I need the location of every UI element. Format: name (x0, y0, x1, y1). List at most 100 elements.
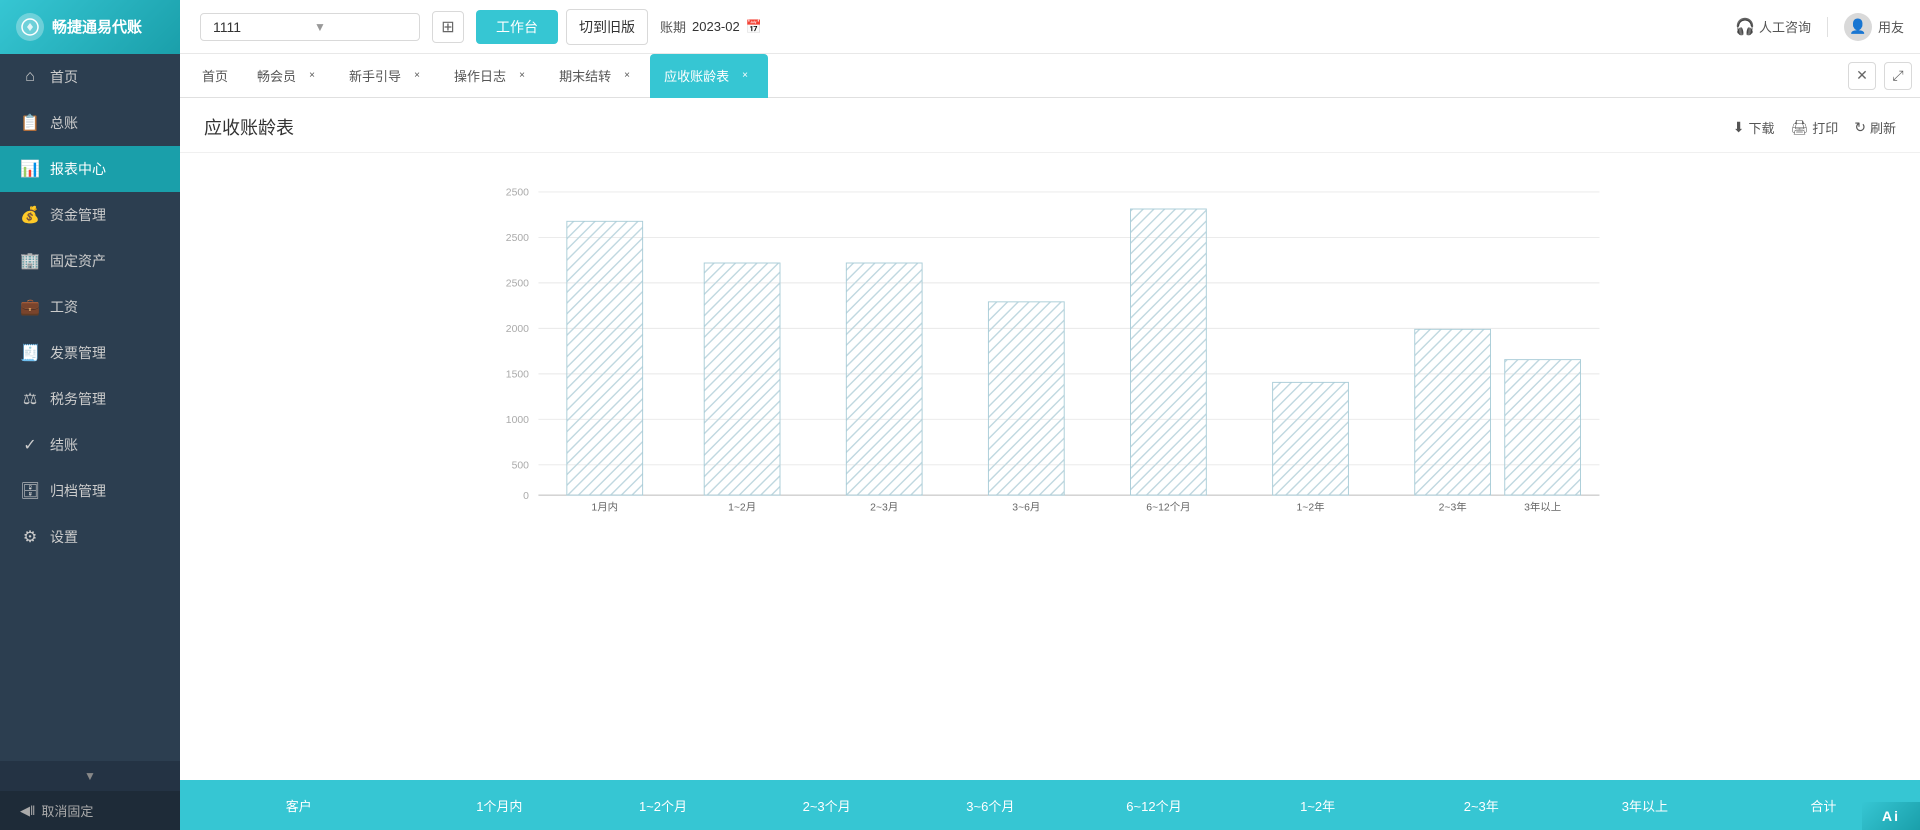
sidebar-item-tax[interactable]: ⚖税务管理 (0, 376, 180, 422)
tab-label-period_end: 期末结转 (559, 66, 611, 85)
tab-close-guide[interactable]: × (409, 68, 425, 84)
th-col-8: 3年以上 (1563, 796, 1727, 815)
tab-close-ar_aging[interactable]: × (737, 68, 753, 84)
print-icon: 🖨 (1790, 119, 1808, 136)
logo-icon (16, 13, 44, 41)
sidebar-label-settings: 设置 (50, 527, 78, 547)
svg-text:500: 500 (512, 461, 530, 472)
company-name: 1111 (213, 19, 306, 35)
tab-label-member: 畅会员 (257, 66, 296, 85)
sidebar: ⌂首页 📋 总账 📊 报表中心 💰资金管理🏢固定资产 💼 工资 🧾发票管理⚖税务管理 ✓ 结账 🗄归档… (0, 54, 180, 830)
table-header-bar: 客户1个月内1~2个月2~3个月3~6个月6~12个月1~2年2~3年3年以上合… (180, 780, 1920, 830)
svg-text:3年以上: 3年以上 (1524, 500, 1561, 513)
svg-text:3~6月: 3~6月 (1012, 501, 1040, 513)
invoice-icon: 🧾 (20, 343, 40, 363)
checkout-icon: ✓ (20, 435, 40, 455)
refresh-label: 刷新 (1870, 118, 1896, 137)
sidebar-item-home[interactable]: ⌂首页 (0, 54, 180, 100)
th-col-5: 6~12个月 (1072, 796, 1236, 815)
reports-icon: 📊 (20, 159, 40, 179)
salary-icon: 💼 (20, 297, 40, 317)
tab-guide[interactable]: 新手引导 × (335, 54, 440, 98)
user-avatar: 👤 (1844, 13, 1872, 41)
sidebar-item-settings[interactable]: ⚙设置 (0, 514, 180, 560)
th-col-7: 2~3年 (1399, 796, 1563, 815)
sidebar-item-ledger[interactable]: 📋 总账 (0, 100, 180, 146)
page-header: 应收账龄表 ⬇ 下载 🖨 打印 ↻ 刷新 (180, 98, 1920, 153)
th-col-1: 1个月内 (418, 796, 582, 815)
tab-period_end[interactable]: 期末结转 × (545, 54, 650, 98)
main-layout: ⌂首页📋总账📊报表中心💰资金管理🏢固定资产💼工资🧾发票管理⚖税务管理✓结账🗄归档… (0, 54, 1920, 830)
tab-close-oplog[interactable]: × (514, 68, 530, 84)
sidebar-label-ledger: 总账 (50, 113, 78, 133)
th-col-0: 客户 (180, 796, 418, 815)
sidebar-item-funds[interactable]: 💰资金管理 (0, 192, 180, 238)
sidebar-label-funds: 资金管理 (50, 205, 106, 225)
tab-bar: 首页畅会员×新手引导×操作日志×期末结转×应收账龄表× ✕ ⤢ (180, 54, 1920, 98)
th-col-4: 3~6个月 (908, 796, 1072, 815)
sidebar-scroll-down[interactable]: ▼ (0, 761, 180, 791)
sidebar-scroll: ⌂首页 📋 总账 📊 报表中心 💰资金管理🏢固定资产 💼 工资 🧾发票管理⚖税务管理 ✓ 结账 🗄归档… (0, 54, 180, 761)
period-area: 账期 2023-02 📅 (660, 17, 762, 36)
consult-label: 人工咨询 (1759, 17, 1811, 36)
tab-label-home: 首页 (202, 66, 228, 85)
bar-chart: 2500 2500 2500 2000 1500 1000 500 0 (204, 173, 1896, 533)
tab-oplog[interactable]: 操作日志 × (440, 54, 545, 98)
calendar-icon[interactable]: 📅 (746, 19, 762, 35)
ai-badge[interactable]: Ai (1862, 802, 1920, 830)
sidebar-item-archive[interactable]: 🗄归档管理 (0, 468, 180, 514)
svg-text:1~2年: 1~2年 (1296, 500, 1324, 513)
page-title: 应收账龄表 (204, 114, 294, 140)
workbench-button[interactable]: 工作台 (476, 10, 558, 44)
svg-text:0: 0 (523, 491, 529, 502)
close-all-tabs-btn[interactable]: ✕ (1848, 62, 1876, 90)
svg-text:1月内: 1月内 (591, 500, 618, 513)
sidebar-footer-unpin[interactable]: ◀‖ 取消固定 (0, 791, 180, 830)
tab-label-guide: 新手引导 (349, 66, 401, 85)
archive-icon-btn[interactable]: ⊞ (432, 11, 464, 43)
sidebar-label-tax: 税务管理 (50, 389, 106, 409)
ledger-icon: 📋 (20, 113, 40, 133)
refresh-btn[interactable]: ↻ 刷新 (1854, 118, 1896, 137)
refresh-icon: ↻ (1854, 119, 1866, 136)
svg-text:2000: 2000 (506, 324, 529, 335)
svg-text:2500: 2500 (506, 279, 529, 290)
expand-btn[interactable]: ⤢ (1884, 62, 1912, 90)
svg-text:1~2月: 1~2月 (728, 501, 756, 513)
company-selector[interactable]: 1111 ▼ (200, 13, 420, 41)
download-btn[interactable]: ⬇ 下载 (1733, 118, 1775, 137)
sidebar-item-salary[interactable]: 💼 工资 (0, 284, 180, 330)
tab-member[interactable]: 畅会员 × (243, 54, 335, 98)
tab-ar_aging[interactable]: 应收账龄表× (650, 54, 768, 98)
svg-text:6~12个月: 6~12个月 (1146, 501, 1190, 513)
tab-close-period_end[interactable]: × (619, 68, 635, 84)
company-dropdown-arrow: ▼ (314, 20, 407, 34)
sidebar-item-reports[interactable]: 📊 报表中心 (0, 146, 180, 192)
svg-text:2~3月: 2~3月 (870, 501, 898, 513)
archive-icon: 🗄 (20, 481, 40, 501)
human-consult-btn[interactable]: 🎧 人工咨询 (1735, 17, 1811, 37)
svg-text:2~3年: 2~3年 (1439, 500, 1467, 513)
sidebar-item-checkout[interactable]: ✓ 结账 (0, 422, 180, 468)
sidebar-item-assets[interactable]: 🏢固定资产 (0, 238, 180, 284)
download-label: 下载 (1748, 118, 1774, 137)
chart-container: 2500 2500 2500 2000 1500 1000 500 0 (180, 153, 1920, 780)
user-area[interactable]: 👤 用友 (1844, 13, 1904, 41)
user-label: 用友 (1878, 17, 1904, 36)
th-col-6: 1~2年 (1236, 796, 1400, 815)
switch-old-button[interactable]: 切到旧版 (566, 9, 648, 45)
home-icon: ⌂ (20, 68, 40, 86)
th-col-3: 2~3个月 (745, 796, 909, 815)
print-label: 打印 (1812, 118, 1838, 137)
sidebar-label-checkout: 结账 (50, 435, 78, 455)
th-col-2: 1~2个月 (581, 796, 745, 815)
sidebar-label-reports: 报表中心 (50, 159, 106, 179)
print-btn[interactable]: 🖨 打印 (1790, 118, 1838, 137)
sidebar-item-invoice[interactable]: 🧾发票管理 (0, 330, 180, 376)
tab-close-member[interactable]: × (304, 68, 320, 84)
tab-home[interactable]: 首页 (188, 54, 243, 98)
download-icon: ⬇ (1733, 119, 1745, 136)
sidebar-label-salary: 工资 (50, 297, 78, 317)
tab-label-oplog: 操作日志 (454, 66, 506, 85)
unpin-label: 取消固定 (41, 801, 93, 820)
